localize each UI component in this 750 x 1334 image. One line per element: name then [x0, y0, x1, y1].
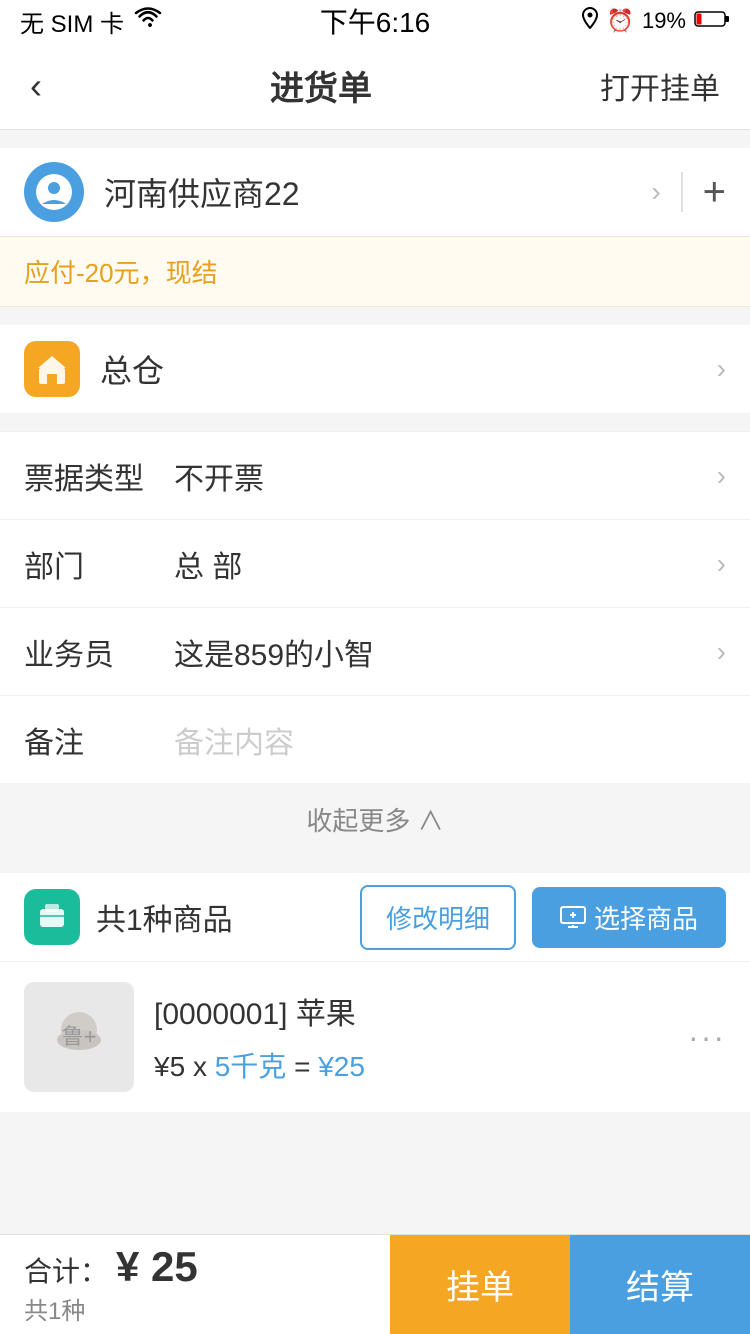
dept-chevron-icon: › [717, 548, 726, 580]
product-more-button[interactable]: ··· [688, 1019, 726, 1056]
warehouse-name: 总仓 [100, 346, 707, 392]
hang-order-button[interactable]: 挂单 [390, 1235, 570, 1334]
invoice-chevron-icon: › [717, 460, 726, 492]
product-total: ¥25 [318, 1051, 365, 1082]
form-section: 票据类型 不开票 › 部门 总 部 › 业务员 这是859的小智 › 备注 备注… [0, 431, 750, 783]
product-equals: = [294, 1051, 318, 1082]
product-multiply: x [193, 1051, 215, 1082]
products-icon [24, 889, 80, 945]
status-time: 下午6:16 [320, 1, 431, 41]
section-gap-3 [0, 413, 750, 431]
settle-button[interactable]: 结算 [570, 1235, 750, 1334]
total-amount: ¥ 25 [116, 1243, 198, 1291]
nav-bar: ‹ 进货单 打开挂单 [0, 42, 750, 130]
total-row: 合计： ¥ 25 [24, 1243, 366, 1291]
select-product-button[interactable]: 选择商品 [532, 887, 726, 948]
status-bar: 无 SIM 卡 下午6:16 ⏰ 19% [0, 0, 750, 42]
dept-row[interactable]: 部门 总 部 › [0, 519, 750, 607]
invoice-value: 不开票 [154, 454, 707, 498]
supplier-row[interactable]: 河南供应商22 › + [0, 148, 750, 236]
supplier-section: 河南供应商22 › + 应付-20元，现结 [0, 148, 750, 307]
alarm-icon: ⏰ [607, 8, 634, 34]
supplier-chevron-icon: › [651, 176, 660, 208]
products-count: 共1种商品 [96, 895, 344, 939]
remark-label: 备注 [24, 718, 154, 762]
products-section: 共1种商品 修改明细 选择商品 鲁+ [0000001] 苹果 [0, 873, 750, 1112]
total-label: 合计： [24, 1250, 108, 1290]
supplier-divider [681, 172, 683, 212]
remark-row[interactable]: 备注 备注内容 [0, 695, 750, 783]
remark-placeholder: 备注内容 [154, 718, 726, 762]
supplier-avatar [24, 162, 84, 222]
section-gap-1 [0, 130, 750, 148]
sales-value: 这是859的小智 [154, 630, 707, 674]
add-button[interactable]: + [703, 170, 726, 215]
page-title: 进货单 [270, 61, 372, 110]
sales-chevron-icon: › [717, 636, 726, 668]
supplier-name: 河南供应商22 [104, 169, 641, 215]
back-button[interactable]: ‹ [30, 65, 42, 107]
product-item: 鲁+ [0000001] 苹果 ¥5 x 5千克 = ¥25 ··· [0, 961, 750, 1112]
status-bar-right: ⏰ 19% [581, 7, 730, 35]
notice-bar: 应付-20元，现结 [0, 236, 750, 307]
warehouse-chevron-icon: › [717, 353, 726, 385]
product-thumbnail: 鲁+ [24, 982, 134, 1092]
total-section: 合计： ¥ 25 共1种 [0, 1235, 390, 1334]
select-product-label: 选择商品 [594, 899, 698, 936]
battery-icon [694, 8, 730, 34]
section-gap-2 [0, 307, 750, 325]
open-pending-button[interactable]: 打开挂单 [600, 64, 720, 108]
collapse-button[interactable]: 收起更多 ∧ [0, 783, 750, 855]
sales-row[interactable]: 业务员 这是859的小智 › [0, 607, 750, 695]
bottom-spacer [0, 1112, 750, 1212]
product-qty: 5千克 [215, 1051, 287, 1082]
dept-value: 总 部 [154, 542, 707, 586]
product-unit-price: ¥5 [154, 1051, 185, 1082]
avatar-inner [36, 174, 72, 210]
product-price-row: ¥5 x 5千克 = ¥25 [154, 1045, 668, 1085]
product-title: 苹果 [296, 998, 356, 1031]
location-icon [581, 7, 599, 35]
edit-details-button[interactable]: 修改明细 [360, 885, 516, 950]
battery-text: 19% [642, 8, 686, 34]
carrier-text: 无 SIM 卡 [20, 4, 124, 39]
sales-label: 业务员 [24, 630, 154, 674]
dept-label: 部门 [24, 542, 154, 586]
product-info: [0000001] 苹果 ¥5 x 5千克 = ¥25 [154, 989, 668, 1085]
products-header: 共1种商品 修改明细 选择商品 [0, 873, 750, 961]
product-code: [0000001] [154, 998, 287, 1031]
section-gap-4 [0, 855, 750, 873]
svg-text:鲁+: 鲁+ [62, 1024, 97, 1049]
invoice-label: 票据类型 [24, 454, 154, 498]
bottom-bar: 合计： ¥ 25 共1种 挂单 结算 [0, 1234, 750, 1334]
warehouse-section: 总仓 › [0, 325, 750, 413]
total-count: 共1种 [24, 1291, 366, 1326]
product-name: [0000001] 苹果 [154, 989, 668, 1033]
warehouse-row[interactable]: 总仓 › [0, 325, 750, 413]
status-bar-left: 无 SIM 卡 [20, 4, 162, 39]
invoice-row[interactable]: 票据类型 不开票 › [0, 431, 750, 519]
wifi-icon [134, 7, 162, 36]
warehouse-icon [24, 341, 80, 397]
